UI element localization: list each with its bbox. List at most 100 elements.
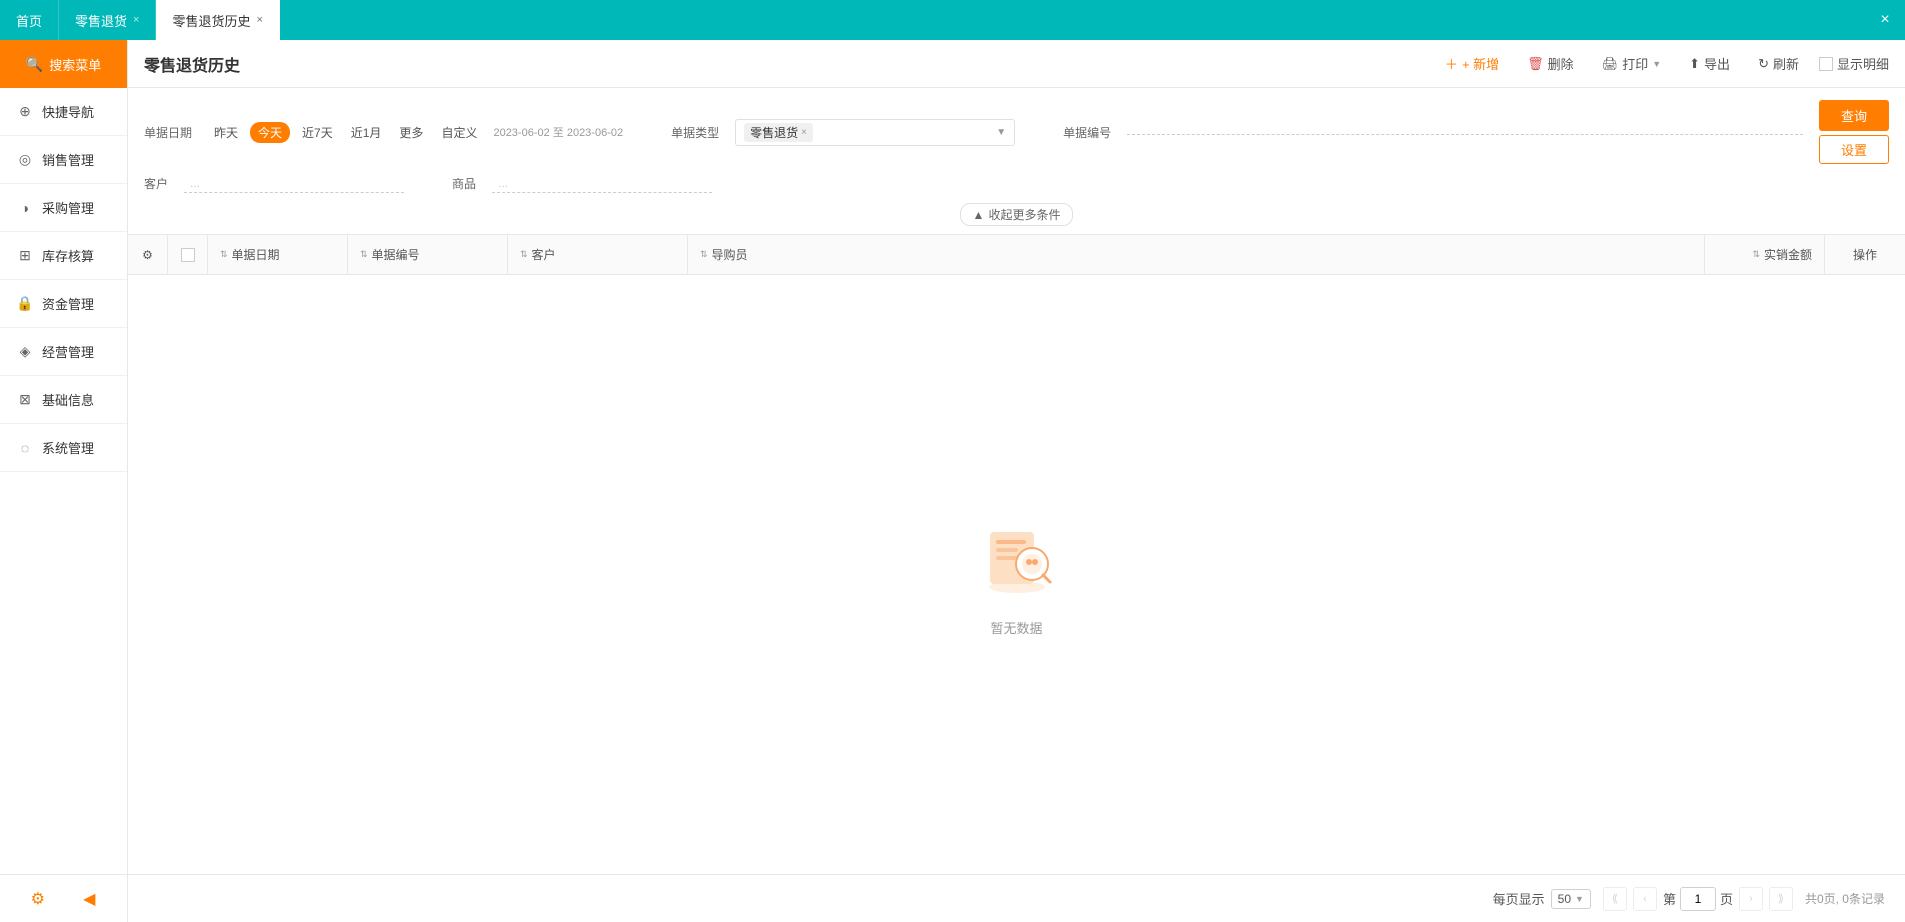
tab-home-label: 首页 — [16, 11, 42, 30]
date-btn-today[interactable]: 今天 — [250, 122, 290, 143]
refresh-label: 刷新 — [1773, 54, 1799, 73]
new-icon: ＋ — [1445, 54, 1458, 73]
tab-retail-return[interactable]: 零售退货 × — [59, 0, 156, 40]
print-icon: 🖨 — [1602, 56, 1619, 72]
empty-icon — [972, 512, 1062, 602]
sidebar-item-finance-mgmt[interactable]: 🔒 资金管理 — [0, 280, 127, 328]
th-number-label: 单据编号 — [372, 246, 420, 263]
content-area: 零售退货历史 ＋ + 新增 🗑 删除 🖨 打印 ▼ ⬆ 导出 — [128, 40, 1905, 922]
delete-icon: 🗑 — [1527, 56, 1544, 72]
sidebar-item-quick-nav[interactable]: ⊕ 快捷导航 — [0, 88, 127, 136]
th-amount-label: 实销金额 — [1764, 246, 1812, 263]
date-btn-7days[interactable]: 近7天 — [296, 122, 339, 143]
th-customer-label: 客户 — [532, 246, 556, 263]
th-guide[interactable]: ⇅ 导购员 — [688, 235, 1705, 274]
page-number-input[interactable] — [1680, 887, 1716, 911]
last-page-button[interactable]: ⟫ — [1769, 887, 1793, 911]
doc-type-select[interactable]: 零售退货 × ▼ — [735, 119, 1015, 146]
doc-type-tag-text: 零售退货 — [750, 124, 798, 141]
tab-home[interactable]: 首页 — [0, 0, 59, 40]
page-nav: ⟪ ‹ 第 页 › ⟫ — [1603, 887, 1793, 911]
tab-retail-return-label: 零售退货 — [75, 11, 127, 30]
collapse-button[interactable]: ▲ 收起更多条件 — [960, 203, 1074, 226]
th-number[interactable]: ⇅ 单据编号 — [348, 235, 508, 274]
query-button[interactable]: 查询 — [1819, 100, 1889, 131]
jump-label: 第 — [1663, 889, 1676, 908]
tab-retail-return-history[interactable]: 零售退货历史 × — [156, 0, 279, 40]
filter-settings-button[interactable]: 设置 — [1819, 135, 1889, 164]
delete-label: 删除 — [1548, 54, 1574, 73]
sidebar-search[interactable]: 🔍 搜索菜单 — [0, 40, 127, 88]
basic-info-icon: ⊠ — [16, 391, 34, 409]
sidebar-item-purchase-mgmt[interactable]: ◑ 采购管理 — [0, 184, 127, 232]
page-size-select: 每页显示 50 ▼ — [1493, 889, 1591, 909]
th-amount[interactable]: ⇅ 实销金额 — [1705, 235, 1825, 274]
th-date[interactable]: ⇅ 单据日期 — [208, 235, 348, 274]
first-page-button[interactable]: ⟪ — [1603, 887, 1627, 911]
sidebar-item-sales-mgmt[interactable]: ◎ 销售管理 — [0, 136, 127, 184]
refresh-button[interactable]: ↻ 刷新 — [1750, 50, 1807, 77]
sidebar-item-quick-nav-label: 快捷导航 — [42, 102, 94, 121]
date-btn-yesterday[interactable]: 昨天 — [208, 122, 244, 143]
settings-col-icon: ⚙ — [142, 248, 153, 262]
next-page-button[interactable]: › — [1739, 887, 1763, 911]
customer-input[interactable]: ... — [184, 174, 404, 193]
action-btns: 查询 设置 — [1819, 100, 1889, 164]
date-btn-more[interactable]: 更多 — [393, 122, 429, 143]
sidebar-item-sales-mgmt-label: 销售管理 — [42, 150, 94, 169]
th-guide-label: 导购员 — [712, 246, 748, 263]
sidebar-item-ops-mgmt[interactable]: ◈ 经营管理 — [0, 328, 127, 376]
sidebar-toggle-button[interactable]: ◀ — [73, 883, 105, 915]
pagination-bar: 每页显示 50 ▼ ⟪ ‹ 第 页 › ⟫ 共0页, 0条记录 — [128, 874, 1905, 922]
sidebar-item-basic-info[interactable]: ⊠ 基础信息 — [0, 376, 127, 424]
date-filter-label: 单据日期 — [144, 124, 192, 141]
top-bar: 首页 零售退货 × 零售退货历史 × × — [0, 0, 1905, 40]
th-operations-label: 操作 — [1853, 246, 1877, 263]
customer-placeholder: ... — [190, 176, 200, 190]
date-btn-1month[interactable]: 近1月 — [345, 122, 388, 143]
ops-mgmt-icon: ◈ — [16, 343, 34, 361]
doc-type-dropdown-icon: ▼ — [996, 127, 1006, 138]
empty-text: 暂无数据 — [990, 618, 1042, 637]
page-label: 页 — [1720, 889, 1733, 908]
export-label: 导出 — [1704, 54, 1730, 73]
page-size-dropdown[interactable]: 50 ▼ — [1551, 889, 1591, 909]
print-button[interactable]: 🖨 打印 ▼ — [1594, 50, 1669, 77]
doc-type-tag: 零售退货 × — [744, 123, 813, 142]
doc-num-input[interactable] — [1127, 130, 1803, 135]
collapse-label: 收起更多条件 — [988, 206, 1060, 223]
sidebar-item-finance-mgmt-label: 资金管理 — [42, 294, 94, 313]
sidebar-item-sys-mgmt[interactable]: ◌ 系统管理 — [0, 424, 127, 472]
th-checkbox[interactable] — [168, 235, 208, 274]
sidebar-settings-button[interactable]: ⚙ — [22, 883, 54, 915]
sidebar-item-sys-mgmt-label: 系统管理 — [42, 438, 94, 457]
finance-mgmt-icon: 🔒 — [16, 295, 34, 313]
main-layout: 🔍 搜索菜单 ⊕ 快捷导航 ◎ 销售管理 ◑ 采购管理 ⊞ 库存核算 🔒 资金 — [0, 40, 1905, 922]
prev-page-button[interactable]: ‹ — [1633, 887, 1657, 911]
page-size-value: 50 — [1558, 892, 1571, 906]
product-input[interactable]: ... — [492, 174, 712, 193]
window-close-button[interactable]: × — [1865, 0, 1905, 40]
th-settings[interactable]: ⚙ — [128, 235, 168, 274]
show-detail-control[interactable]: 显示明细 — [1819, 54, 1889, 73]
th-date-sort-icon: ⇅ — [220, 249, 228, 260]
sales-mgmt-icon: ◎ — [16, 151, 34, 169]
sidebar: 🔍 搜索菜单 ⊕ 快捷导航 ◎ 销售管理 ◑ 采购管理 ⊞ 库存核算 🔒 资金 — [0, 40, 128, 922]
filter-area: 单据日期 昨天 今天 近7天 近1月 更多 自定义 2023-06-02 至 2… — [128, 88, 1905, 235]
show-detail-checkbox[interactable] — [1819, 57, 1833, 71]
doc-num-label: 单据编号 — [1063, 124, 1111, 141]
tab-retail-return-history-close[interactable]: × — [256, 14, 262, 26]
tab-retail-return-close[interactable]: × — [133, 14, 139, 26]
sidebar-item-inventory[interactable]: ⊞ 库存核算 — [0, 232, 127, 280]
th-amount-sort-icon: ⇅ — [1752, 249, 1760, 260]
select-all-checkbox[interactable] — [181, 248, 195, 262]
print-dropdown-icon: ▼ — [1652, 59, 1661, 69]
export-button[interactable]: ⬆ 导出 — [1681, 50, 1738, 77]
th-customer[interactable]: ⇅ 客户 — [508, 235, 688, 274]
new-button[interactable]: ＋ + 新增 — [1437, 50, 1507, 77]
print-label: 打印 — [1622, 54, 1648, 73]
product-placeholder: ... — [498, 176, 508, 190]
date-btn-custom[interactable]: 自定义 — [435, 122, 483, 143]
doc-type-tag-close[interactable]: × — [801, 127, 807, 138]
delete-button[interactable]: 🗑 删除 — [1519, 50, 1582, 77]
